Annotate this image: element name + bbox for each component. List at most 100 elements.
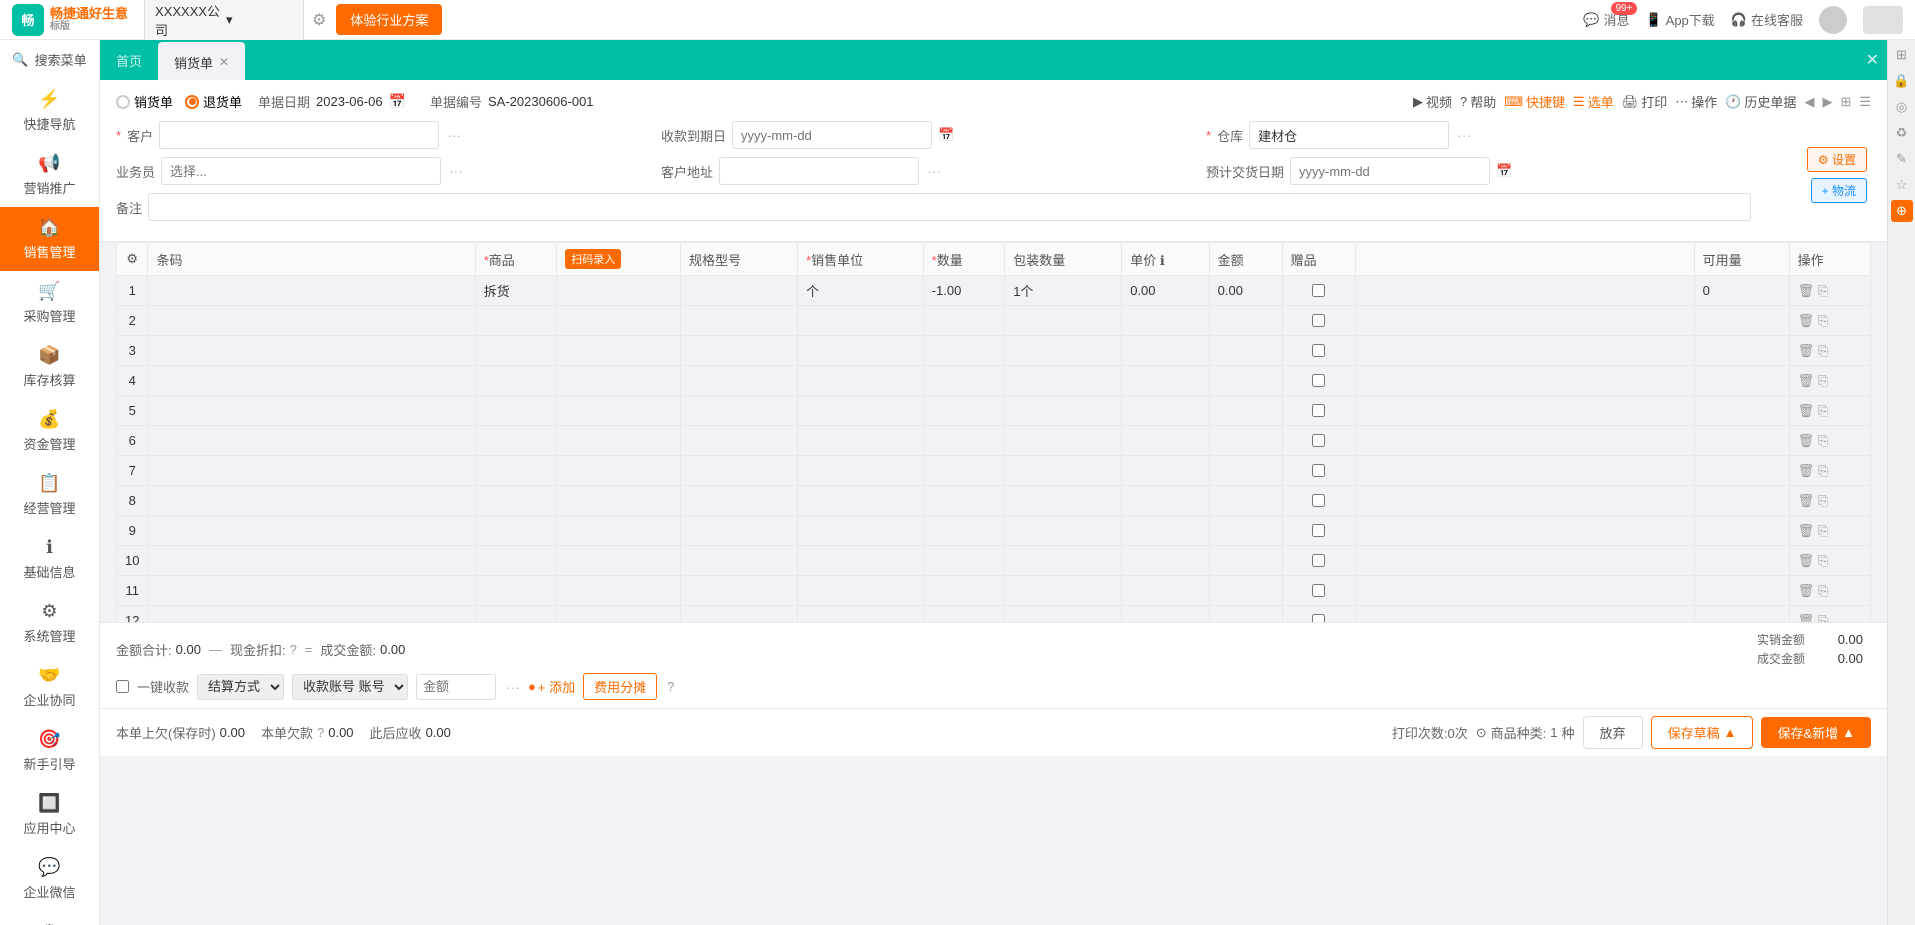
abandon-button[interactable]: 放弃 bbox=[1583, 716, 1643, 749]
expense-help-icon[interactable]: ? bbox=[667, 679, 674, 694]
cell-unit-11[interactable] bbox=[798, 576, 924, 606]
cell-pack-qty-7[interactable] bbox=[1005, 456, 1122, 486]
cell-product-11[interactable] bbox=[475, 576, 557, 606]
cell-spec-4[interactable] bbox=[681, 366, 798, 396]
cell-product-9[interactable] bbox=[475, 516, 557, 546]
rpanel-target-icon[interactable]: ◎ bbox=[1891, 96, 1913, 118]
cell-quantity-1[interactable]: -1.00 bbox=[923, 276, 1005, 306]
cell-pack-qty-3[interactable] bbox=[1005, 336, 1122, 366]
customer-addr-input[interactable] bbox=[719, 157, 919, 185]
avatar[interactable] bbox=[1819, 6, 1847, 34]
warehouse-dots[interactable]: ··· bbox=[1457, 127, 1471, 143]
cell-pack-qty-8[interactable] bbox=[1005, 486, 1122, 516]
cell-gift-5[interactable] bbox=[1282, 396, 1355, 426]
sidebar-item-guide[interactable]: 🎯 新手引导 bbox=[0, 719, 99, 783]
cell-quantity-9[interactable] bbox=[923, 516, 1005, 546]
rpanel-lock-icon[interactable]: 🔒 bbox=[1891, 70, 1913, 92]
sidebar-item-system[interactable]: ⚙ 系统管理 bbox=[0, 591, 99, 655]
shortcut-btn[interactable]: ⌨ 快捷键 bbox=[1504, 92, 1565, 111]
cell-barcode-2[interactable] bbox=[148, 306, 475, 336]
cell-unit-3[interactable] bbox=[798, 336, 924, 366]
cell-barcode-10[interactable] bbox=[148, 546, 475, 576]
select-btn[interactable]: ☰ 选单 bbox=[1573, 92, 1614, 111]
sidebar-item-sales[interactable]: 🏠 销售管理 bbox=[0, 207, 99, 271]
sidebar-item-finance[interactable]: 💰 资金管理 bbox=[0, 399, 99, 463]
cell-spec-5[interactable] bbox=[681, 396, 798, 426]
cell-remark-6[interactable] bbox=[1355, 426, 1694, 456]
sidebar-item-quick-nav[interactable]: ⚡ 快捷导航 bbox=[0, 79, 99, 143]
copy-icon-6[interactable]: ⎘ bbox=[1818, 433, 1828, 449]
cell-remark-4[interactable] bbox=[1355, 366, 1694, 396]
cell-barcode-3[interactable] bbox=[148, 336, 475, 366]
cell-remark-5[interactable] bbox=[1355, 396, 1694, 426]
cell-barcode-11[interactable] bbox=[148, 576, 475, 606]
cell-spec-12[interactable] bbox=[681, 606, 798, 623]
rpanel-refresh-icon[interactable]: ♻ bbox=[1891, 122, 1913, 144]
copy-icon-10[interactable]: ⎘ bbox=[1818, 553, 1828, 569]
cell-unit-9[interactable] bbox=[798, 516, 924, 546]
cell-amount-7[interactable] bbox=[1209, 456, 1282, 486]
cell-product-3[interactable] bbox=[475, 336, 557, 366]
delete-icon-4[interactable]: 🗑 bbox=[1798, 373, 1815, 389]
scan-button[interactable]: 扫码录入 bbox=[565, 249, 621, 269]
cell-product-8[interactable] bbox=[475, 486, 557, 516]
cell-product-12[interactable] bbox=[475, 606, 557, 623]
cell-price-10[interactable] bbox=[1122, 546, 1209, 576]
cell-barcode-4[interactable] bbox=[148, 366, 475, 396]
trial-button[interactable]: 体验行业方案 bbox=[336, 4, 442, 35]
setup-button[interactable]: ⚙ 设置 bbox=[1807, 147, 1867, 172]
company-selector[interactable]: XXXXXX公司 ▾ bbox=[144, 0, 304, 44]
cell-price-4[interactable] bbox=[1122, 366, 1209, 396]
op-btn[interactable]: ⋯ 操作 bbox=[1675, 92, 1717, 111]
expected-date-input[interactable] bbox=[1290, 157, 1490, 185]
cell-unit-2[interactable] bbox=[798, 306, 924, 336]
cell-remark-9[interactable] bbox=[1355, 516, 1694, 546]
payment-method-select[interactable]: 结算方式 bbox=[197, 674, 284, 700]
cash-discount-help[interactable]: ? bbox=[290, 642, 297, 657]
cell-quantity-11[interactable] bbox=[923, 576, 1005, 606]
cell-amount-1[interactable]: 0.00 bbox=[1209, 276, 1282, 306]
cell-amount-4[interactable] bbox=[1209, 366, 1282, 396]
message-icon-item[interactable]: 💬 消息 99+ bbox=[1583, 10, 1629, 29]
payment-dots[interactable]: ··· bbox=[506, 679, 520, 695]
cell-price-1[interactable]: 0.00 bbox=[1122, 276, 1209, 306]
cell-amount-10[interactable] bbox=[1209, 546, 1282, 576]
cell-barcode-5[interactable] bbox=[148, 396, 475, 426]
close-tab-icon[interactable]: ✕ bbox=[1866, 52, 1879, 69]
history-btn[interactable]: 🕐 历史单据 bbox=[1725, 92, 1796, 111]
nav-right-icon[interactable]: ▶ bbox=[1822, 94, 1832, 110]
cell-pack-qty-10[interactable] bbox=[1005, 546, 1122, 576]
cell-spec-8[interactable] bbox=[681, 486, 798, 516]
cell-unit-6[interactable] bbox=[798, 426, 924, 456]
cell-pack-qty-1[interactable]: 1个 bbox=[1005, 276, 1122, 306]
cell-gift-4[interactable] bbox=[1282, 366, 1355, 396]
goods-type-icon[interactable]: ⊙ bbox=[1476, 725, 1487, 741]
delete-icon-5[interactable]: 🗑 bbox=[1798, 403, 1815, 419]
logistics-button[interactable]: + 物流 bbox=[1811, 178, 1867, 203]
cell-amount-8[interactable] bbox=[1209, 486, 1282, 516]
cell-spec-1[interactable] bbox=[681, 276, 798, 306]
cell-gift-12[interactable] bbox=[1282, 606, 1355, 623]
nav-left-icon[interactable]: ◀ bbox=[1804, 94, 1814, 110]
cell-quantity-4[interactable] bbox=[923, 366, 1005, 396]
tab-home[interactable]: 首页 bbox=[100, 40, 158, 80]
print-btn[interactable]: 🖨 打印 bbox=[1622, 92, 1668, 111]
cell-product-5[interactable] bbox=[475, 396, 557, 426]
salesman-dots[interactable]: ··· bbox=[449, 163, 463, 179]
save-draft-button[interactable]: 保存草稿 ▲ bbox=[1651, 716, 1754, 749]
cell-price-8[interactable] bbox=[1122, 486, 1209, 516]
cell-amount-12[interactable] bbox=[1209, 606, 1282, 623]
cell-gift-10[interactable] bbox=[1282, 546, 1355, 576]
cell-amount-9[interactable] bbox=[1209, 516, 1282, 546]
cell-spec-3[interactable] bbox=[681, 336, 798, 366]
cell-quantity-12[interactable] bbox=[923, 606, 1005, 623]
copy-icon-4[interactable]: ⎘ bbox=[1818, 373, 1828, 389]
cell-quantity-6[interactable] bbox=[923, 426, 1005, 456]
delete-icon-9[interactable]: 🗑 bbox=[1798, 523, 1815, 539]
cell-unit-10[interactable] bbox=[798, 546, 924, 576]
cell-price-2[interactable] bbox=[1122, 306, 1209, 336]
cell-gift-6[interactable] bbox=[1282, 426, 1355, 456]
cell-barcode-9[interactable] bbox=[148, 516, 475, 546]
copy-icon-8[interactable]: ⎘ bbox=[1818, 493, 1828, 509]
delete-icon-2[interactable]: 🗑 bbox=[1798, 313, 1815, 329]
